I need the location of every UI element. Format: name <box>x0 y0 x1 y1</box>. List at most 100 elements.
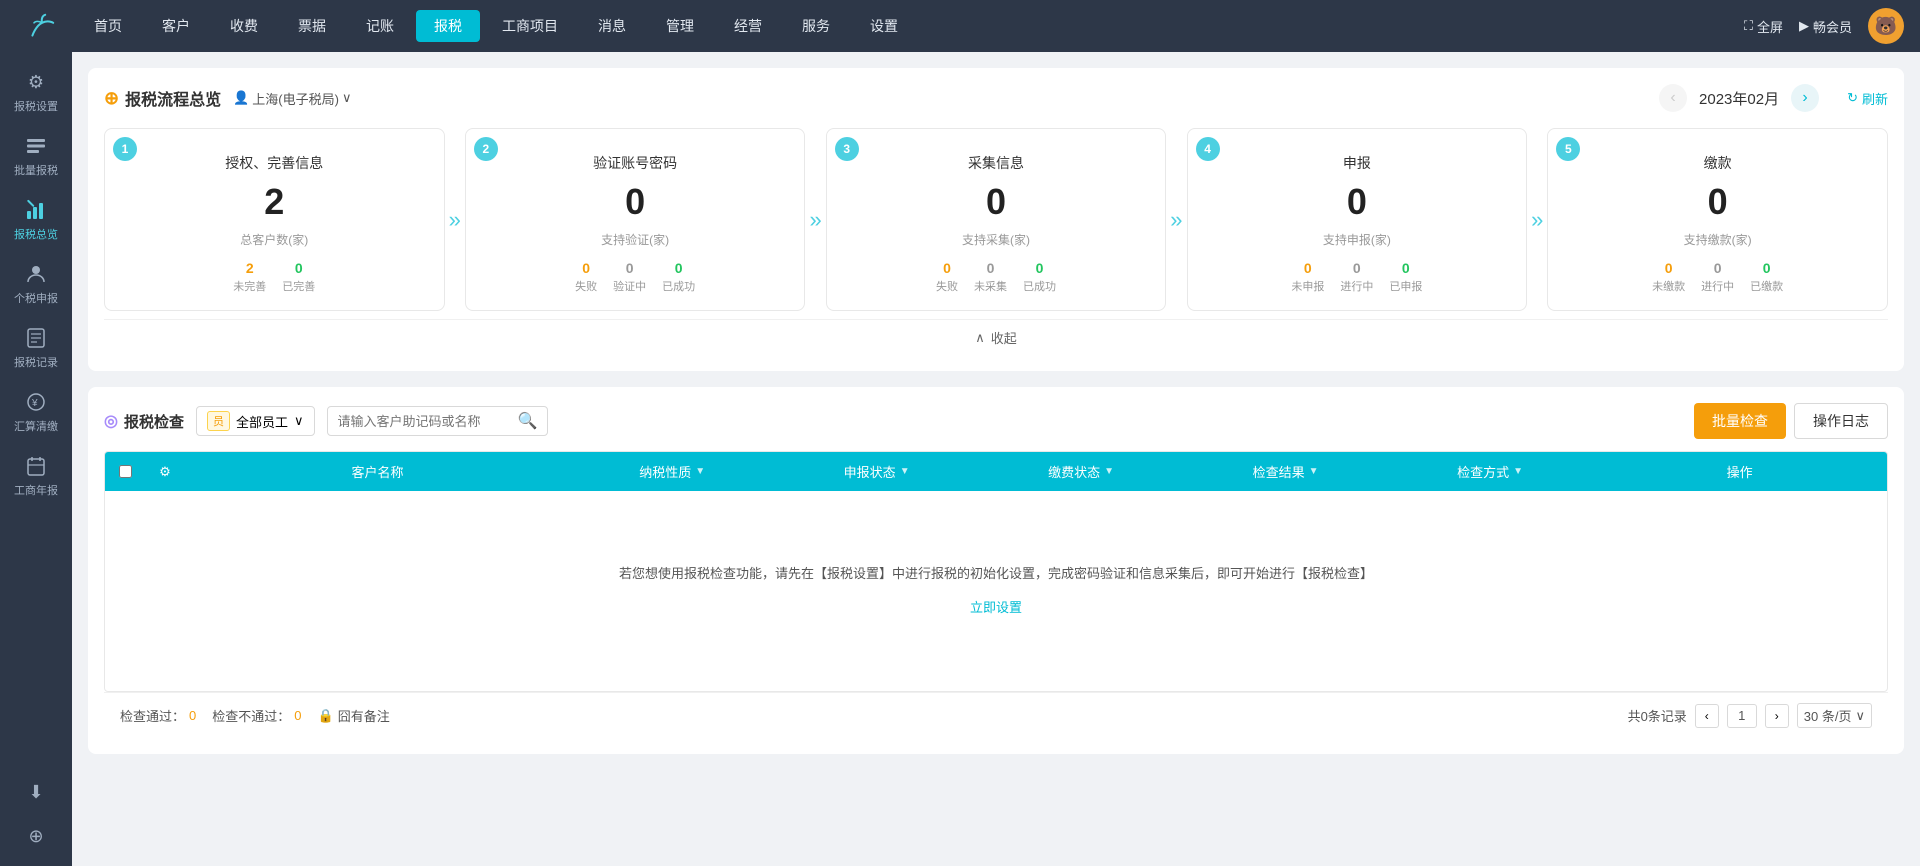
filter-icon-4: ▼ <box>1309 466 1319 477</box>
sidebar-item-tax-overview[interactable]: 报税总览 <box>0 188 72 252</box>
step-1-detail-0: 2 未完善 <box>233 260 266 294</box>
step-4-detail-2: 0 已申报 <box>1389 260 1422 294</box>
tax-check-card: ◎ 报税检查 员 全部员工 ∨ 🔍 批量检查 操作日志 <box>88 387 1904 754</box>
step-4-detail-1: 0 进行中 <box>1340 260 1373 294</box>
nav-operation[interactable]: 经营 <box>716 10 780 42</box>
step-2-details: 0 失败 0 验证中 0 已成功 <box>575 260 695 294</box>
download-icon: ⬇ <box>24 780 48 804</box>
process-title-icon: ⊕ <box>104 88 119 109</box>
nav-service[interactable]: 服务 <box>784 10 848 42</box>
step-3-desc: 支持采集(家) <box>962 231 1030 248</box>
sidebar-item-tax-settings[interactable]: ⚙ 报税设置 <box>0 60 72 124</box>
step-3-details: 0 失败 0 未采集 0 已成功 <box>936 260 1056 294</box>
fullscreen-btn[interactable]: ⛶ 全屏 <box>1744 17 1783 36</box>
month-navigator: ‹ 2023年02月 › <box>1659 84 1819 112</box>
tax-check-header: ◎ 报税检查 员 全部员工 ∨ 🔍 批量检查 操作日志 <box>104 403 1888 439</box>
prev-month-btn[interactable]: ‹ <box>1659 84 1687 112</box>
filter-icon-1: ▼ <box>695 466 705 477</box>
step-4-card: 4 申报 0 支持申报(家) 0 未申报 0 进行中 <box>1187 128 1528 311</box>
fail-count[interactable]: 0 <box>294 708 301 723</box>
nav-home[interactable]: 首页 <box>76 10 140 42</box>
step-1-title: 授权、完善信息 <box>225 153 323 173</box>
first-page-btn[interactable]: ‹ <box>1695 704 1719 728</box>
th-check-method[interactable]: 检查方式 ▼ <box>1388 452 1592 491</box>
step-3-detail-2: 0 已成功 <box>1023 260 1056 294</box>
sidebar-item-tax-records[interactable]: 报税记录 <box>0 316 72 380</box>
step-2-title: 验证账号密码 <box>593 153 677 173</box>
location-selector[interactable]: 👤 上海(电子税局) ∨ <box>233 89 351 108</box>
nav-bookkeeping[interactable]: 记账 <box>348 10 412 42</box>
step-5-desc: 支持缴款(家) <box>1684 231 1752 248</box>
avatar[interactable]: 🐻 <box>1868 8 1904 44</box>
nav-management[interactable]: 管理 <box>648 10 712 42</box>
tax-settings-icon: ⚙ <box>24 70 48 94</box>
main-layout: ⚙ 报税设置 批量报税 报税总览 <box>0 52 1920 866</box>
vip-btn[interactable]: ▶ 畅会员 <box>1799 17 1852 36</box>
collapse-btn[interactable]: ∧ 收起 <box>104 319 1888 355</box>
next-month-btn[interactable]: › <box>1791 84 1819 112</box>
vip-icon: ▶ <box>1799 18 1809 34</box>
double-arrow-4: » <box>1531 209 1543 231</box>
app-logo <box>16 0 68 52</box>
next-page-btn[interactable]: › <box>1765 704 1789 728</box>
sidebar-bottom: ⬇ ⊕ <box>24 770 48 858</box>
header-right-btns: 批量检查 操作日志 <box>1694 403 1888 439</box>
th-declare-status[interactable]: 申报状态 ▼ <box>774 452 978 491</box>
sidebar-item-batch-tax[interactable]: 批量报税 <box>0 124 72 188</box>
th-pay-status[interactable]: 缴费状态 ▼ <box>979 452 1183 491</box>
sidebar-help[interactable]: ⊕ <box>24 814 48 858</box>
step-5-detail-1: 0 进行中 <box>1701 260 1734 294</box>
employee-selector[interactable]: 员 全部员工 ∨ <box>196 406 315 436</box>
th-checkbox[interactable] <box>105 455 145 488</box>
step-3-count: 0 <box>986 181 1006 223</box>
th-check-result[interactable]: 检查结果 ▼ <box>1183 452 1387 491</box>
arrow-4: » <box>1527 128 1547 311</box>
arrow-2: » <box>805 128 825 311</box>
pass-count[interactable]: 0 <box>189 708 196 723</box>
step-1-detail-1: 0 已完善 <box>282 260 315 294</box>
sidebar-item-annual-report[interactable]: 工商年报 <box>0 444 72 508</box>
per-page-selector[interactable]: 30 条/页 ∨ <box>1797 703 1872 728</box>
gear-icon: ⚙ <box>159 464 171 480</box>
refresh-btn[interactable]: ↻ 刷新 <box>1847 89 1888 108</box>
step-2-detail-1: 0 验证中 <box>613 260 646 294</box>
step-2-card: 2 验证账号密码 0 支持验证(家) 0 失败 0 验证中 <box>465 128 806 311</box>
nav-settings[interactable]: 设置 <box>852 10 916 42</box>
search-icon[interactable]: 🔍 <box>518 411 538 431</box>
bulk-check-btn[interactable]: 批量检查 <box>1694 403 1786 439</box>
footer-note-stat: 🔒 囧有备注 <box>318 706 390 725</box>
step-4-title: 申报 <box>1343 153 1371 173</box>
operation-log-btn[interactable]: 操作日志 <box>1794 403 1888 439</box>
nav-customer[interactable]: 客户 <box>144 10 208 42</box>
sidebar-item-individual-tax[interactable]: 个税申报 <box>0 252 72 316</box>
nav-fee[interactable]: 收费 <box>212 10 276 42</box>
step-3-detail-0: 0 失败 <box>936 260 958 294</box>
search-input-wrap: 🔍 <box>327 406 549 436</box>
th-gear[interactable]: ⚙ <box>145 454 185 490</box>
tax-check-title-icon: ◎ <box>104 411 118 431</box>
nav-message[interactable]: 消息 <box>580 10 644 42</box>
step-1-count: 2 <box>264 181 284 223</box>
sidebar: ⚙ 报税设置 批量报税 报税总览 <box>0 52 72 866</box>
nav-business[interactable]: 工商项目 <box>484 10 576 42</box>
settlement-icon: ¥ <box>24 390 48 414</box>
step-1-card: 1 授权、完善信息 2 总客户数(家) 2 未完善 0 已完善 <box>104 128 445 311</box>
step-2-count: 0 <box>625 181 645 223</box>
sidebar-download[interactable]: ⬇ <box>24 770 48 814</box>
th-tax-nature[interactable]: 纳税性质 ▼ <box>570 452 774 491</box>
nav-tax[interactable]: 报税 <box>416 10 480 42</box>
sidebar-item-settlement[interactable]: ¥ 汇算清缴 <box>0 380 72 444</box>
double-arrow-3: » <box>1170 209 1182 231</box>
step-2-number: 2 <box>474 137 498 161</box>
process-title: ⊕ 报税流程总览 <box>104 86 221 110</box>
nav-invoice[interactable]: 票据 <box>280 10 344 42</box>
step-4-desc: 支持申报(家) <box>1323 231 1391 248</box>
setup-link[interactable]: 立即设置 <box>970 595 1022 621</box>
collapse-icon: ∧ <box>975 330 985 346</box>
search-input[interactable] <box>338 414 518 429</box>
step-5-details: 0 未缴款 0 进行中 0 已缴款 <box>1652 260 1783 294</box>
footer-pass-stat: 检查通过： 0 <box>120 706 196 725</box>
step-2-detail-2: 0 已成功 <box>662 260 695 294</box>
step-4-details: 0 未申报 0 进行中 0 已申报 <box>1291 260 1422 294</box>
select-all-checkbox[interactable] <box>119 465 132 478</box>
